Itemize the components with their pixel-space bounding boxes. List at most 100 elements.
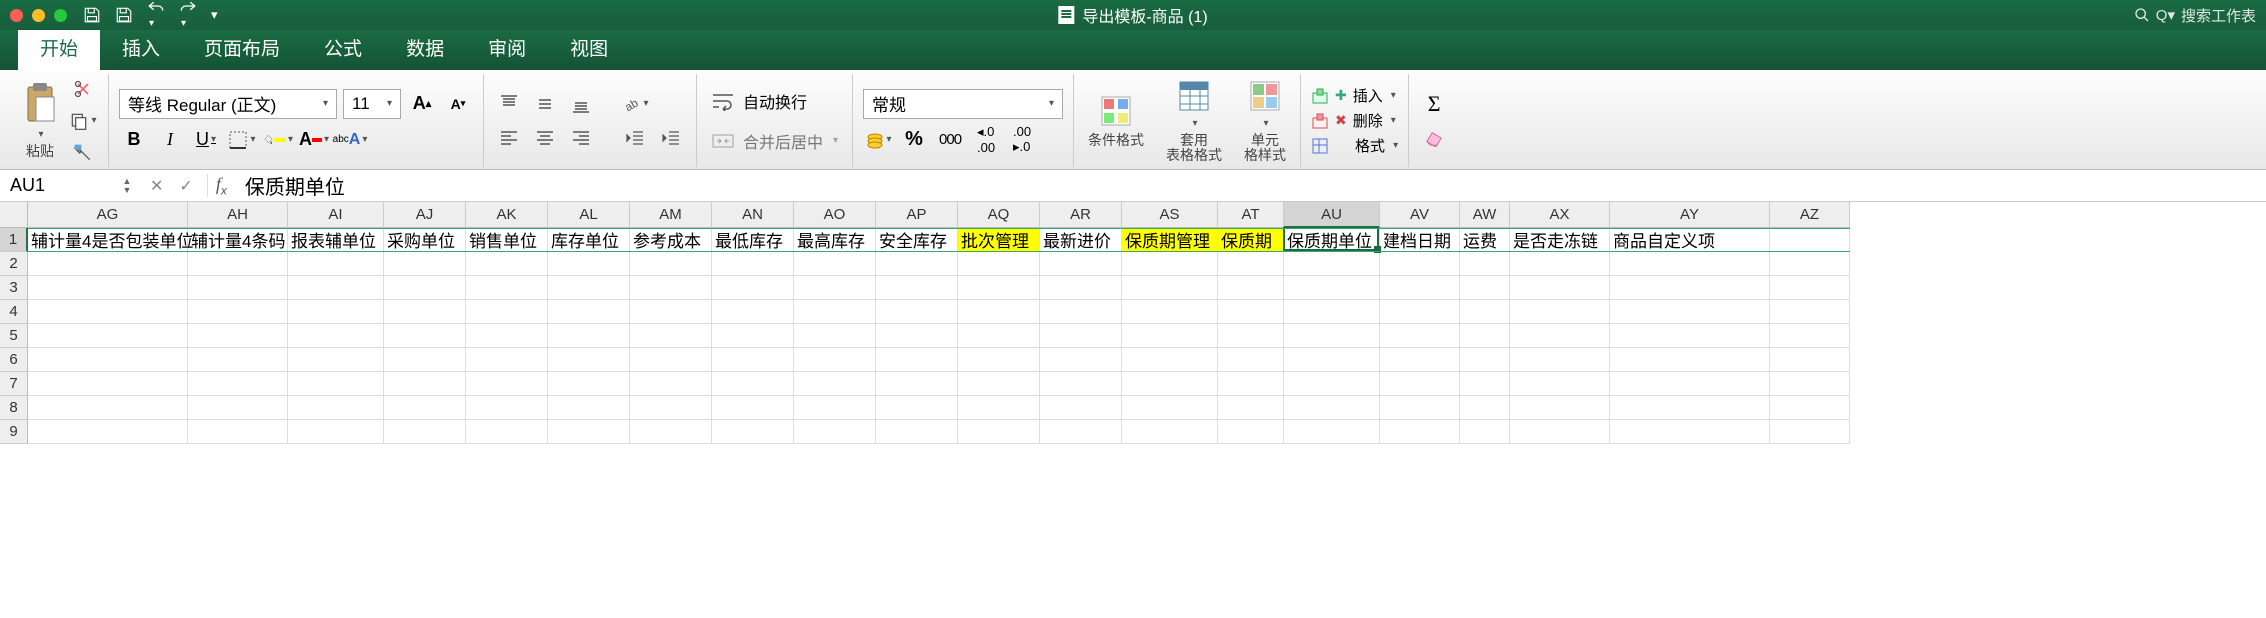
cell-AN4[interactable] bbox=[712, 300, 794, 324]
column-header-AW[interactable]: AW bbox=[1460, 202, 1510, 228]
border-button[interactable]: ▾ bbox=[227, 127, 257, 153]
cell-AV2[interactable] bbox=[1380, 252, 1460, 276]
spreadsheet-grid[interactable]: AGAHAIAJAKALAMANAOAPAQARASATAUAVAWAXAYAZ… bbox=[0, 202, 2266, 444]
format-as-table-button[interactable]: ▾ 套用 表格格式 bbox=[1162, 76, 1226, 166]
cell-AG9[interactable] bbox=[28, 420, 188, 444]
cell-AH3[interactable] bbox=[188, 276, 288, 300]
cell-AS5[interactable] bbox=[1122, 324, 1218, 348]
cell-styles-button[interactable]: ▾ 单元 格样式 bbox=[1240, 76, 1290, 166]
column-header-AJ[interactable]: AJ bbox=[384, 202, 466, 228]
cell-AJ6[interactable] bbox=[384, 348, 466, 372]
decrease-font-button[interactable]: A▾ bbox=[443, 91, 473, 117]
cell-AS1[interactable]: 保质期管理 bbox=[1122, 228, 1218, 252]
tab-home[interactable]: 开始 bbox=[18, 25, 100, 70]
cell-AI9[interactable] bbox=[288, 420, 384, 444]
cell-AQ9[interactable] bbox=[958, 420, 1040, 444]
cell-AL4[interactable] bbox=[548, 300, 630, 324]
cell-AH6[interactable] bbox=[188, 348, 288, 372]
font-size-select[interactable]: 11▾ bbox=[343, 89, 401, 119]
format-painter-button[interactable] bbox=[68, 140, 98, 166]
cell-AZ3[interactable] bbox=[1770, 276, 1850, 300]
cell-AM8[interactable] bbox=[630, 396, 712, 420]
row-header-6[interactable]: 6 bbox=[0, 348, 28, 372]
cell-AS8[interactable] bbox=[1122, 396, 1218, 420]
tab-view[interactable]: 视图 bbox=[548, 25, 630, 70]
cell-AG8[interactable] bbox=[28, 396, 188, 420]
save-icon[interactable] bbox=[115, 6, 133, 24]
font-color-button[interactable]: A▾ bbox=[299, 127, 329, 153]
cell-AQ5[interactable] bbox=[958, 324, 1040, 348]
cell-AK9[interactable] bbox=[466, 420, 548, 444]
cell-AG7[interactable] bbox=[28, 372, 188, 396]
cell-AV5[interactable] bbox=[1380, 324, 1460, 348]
cell-AU4[interactable] bbox=[1284, 300, 1380, 324]
cell-AV9[interactable] bbox=[1380, 420, 1460, 444]
column-header-AX[interactable]: AX bbox=[1510, 202, 1610, 228]
formula-input[interactable] bbox=[235, 174, 2266, 197]
cell-AS9[interactable] bbox=[1122, 420, 1218, 444]
cell-AP7[interactable] bbox=[876, 372, 958, 396]
cell-AT7[interactable] bbox=[1218, 372, 1284, 396]
cell-AN9[interactable] bbox=[712, 420, 794, 444]
cell-AP2[interactable] bbox=[876, 252, 958, 276]
font-name-select[interactable]: 等线 Regular (正文)▾ bbox=[119, 89, 337, 119]
column-header-AG[interactable]: AG bbox=[28, 202, 188, 228]
cell-AP3[interactable] bbox=[876, 276, 958, 300]
cell-AK6[interactable] bbox=[466, 348, 548, 372]
cell-AO4[interactable] bbox=[794, 300, 876, 324]
cell-AN6[interactable] bbox=[712, 348, 794, 372]
tab-formulas[interactable]: 公式 bbox=[302, 25, 384, 70]
cell-AP4[interactable] bbox=[876, 300, 958, 324]
align-bottom-button[interactable] bbox=[566, 91, 596, 117]
paste-button[interactable]: ▾ 粘贴 bbox=[18, 79, 62, 161]
cell-AL9[interactable] bbox=[548, 420, 630, 444]
cell-AG2[interactable] bbox=[28, 252, 188, 276]
cell-AI1[interactable]: 报表辅单位 bbox=[288, 228, 384, 252]
cell-AO9[interactable] bbox=[794, 420, 876, 444]
cell-AY4[interactable] bbox=[1610, 300, 1770, 324]
cell-AG1[interactable]: 辅计量4是否包装单位 bbox=[28, 228, 188, 252]
cell-AZ4[interactable] bbox=[1770, 300, 1850, 324]
tab-insert[interactable]: 插入 bbox=[100, 25, 182, 70]
cell-AT1[interactable]: 保质期 bbox=[1218, 228, 1284, 252]
cell-AG4[interactable] bbox=[28, 300, 188, 324]
cell-AI2[interactable] bbox=[288, 252, 384, 276]
cell-AM1[interactable]: 参考成本 bbox=[630, 228, 712, 252]
cell-AJ8[interactable] bbox=[384, 396, 466, 420]
cell-AK8[interactable] bbox=[466, 396, 548, 420]
cell-AJ1[interactable]: 采购单位 bbox=[384, 228, 466, 252]
column-header-AR[interactable]: AR bbox=[1040, 202, 1122, 228]
copy-button[interactable]: ▾ bbox=[68, 108, 98, 134]
cell-AY9[interactable] bbox=[1610, 420, 1770, 444]
underline-button[interactable]: U▾ bbox=[191, 127, 221, 153]
cell-AT3[interactable] bbox=[1218, 276, 1284, 300]
column-header-AT[interactable]: AT bbox=[1218, 202, 1284, 228]
cell-AV8[interactable] bbox=[1380, 396, 1460, 420]
cell-AS7[interactable] bbox=[1122, 372, 1218, 396]
cell-AL7[interactable] bbox=[548, 372, 630, 396]
cell-AS3[interactable] bbox=[1122, 276, 1218, 300]
cell-AX6[interactable] bbox=[1510, 348, 1610, 372]
cell-AN8[interactable] bbox=[712, 396, 794, 420]
cell-AJ2[interactable] bbox=[384, 252, 466, 276]
align-middle-button[interactable] bbox=[530, 91, 560, 117]
column-header-AL[interactable]: AL bbox=[548, 202, 630, 228]
cell-AG5[interactable] bbox=[28, 324, 188, 348]
insert-cells-button[interactable]: ✚ 插入▾ bbox=[1311, 85, 1398, 106]
cell-AZ8[interactable] bbox=[1770, 396, 1850, 420]
cell-AZ7[interactable] bbox=[1770, 372, 1850, 396]
namebox-step-down[interactable]: ▼ bbox=[118, 186, 136, 195]
fx-icon[interactable]: fx bbox=[207, 174, 235, 198]
cell-AK7[interactable] bbox=[466, 372, 548, 396]
cell-AL8[interactable] bbox=[548, 396, 630, 420]
cell-AW1[interactable]: 运费 bbox=[1460, 228, 1510, 252]
increase-indent-button[interactable] bbox=[656, 125, 686, 151]
cell-AP1[interactable]: 安全库存 bbox=[876, 228, 958, 252]
column-header-AH[interactable]: AH bbox=[188, 202, 288, 228]
cell-AJ7[interactable] bbox=[384, 372, 466, 396]
cell-AR2[interactable] bbox=[1040, 252, 1122, 276]
column-header-AQ[interactable]: AQ bbox=[958, 202, 1040, 228]
cell-AS2[interactable] bbox=[1122, 252, 1218, 276]
row-header-5[interactable]: 5 bbox=[0, 324, 28, 348]
cell-AO7[interactable] bbox=[794, 372, 876, 396]
